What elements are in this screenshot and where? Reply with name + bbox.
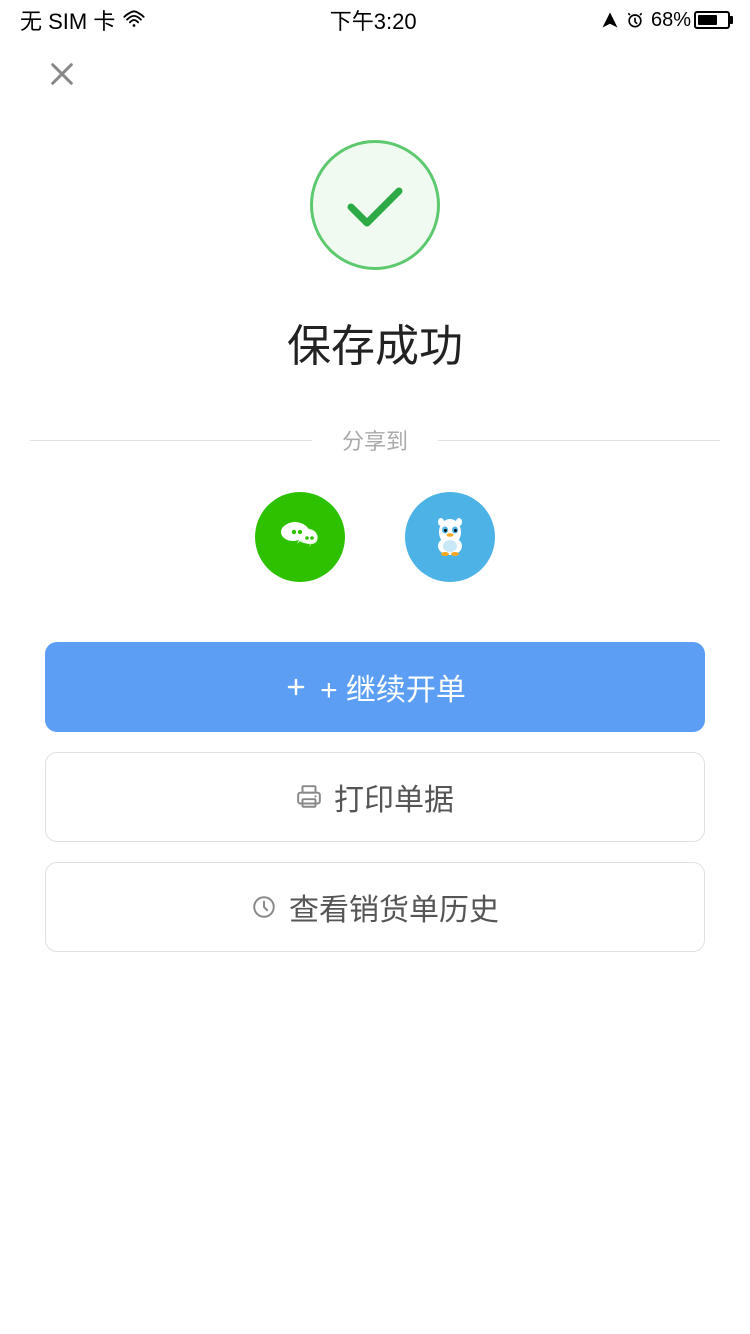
success-title: 保存成功 xyxy=(287,310,463,374)
location-icon xyxy=(601,11,619,29)
status-right: 68% xyxy=(601,9,730,32)
history-icon xyxy=(251,894,277,920)
history-label: 查看销货单历史 xyxy=(289,885,499,929)
plus-icon xyxy=(284,675,308,699)
share-section: 分享到 xyxy=(0,424,750,582)
divider-line-left xyxy=(30,440,312,441)
history-button[interactable]: 查看销货单历史 xyxy=(45,862,705,952)
share-icons-container xyxy=(255,492,495,582)
qq-share-button[interactable] xyxy=(405,492,495,582)
print-icon xyxy=(296,784,322,810)
qq-icon xyxy=(423,510,477,564)
wechat-share-button[interactable] xyxy=(255,492,345,582)
wechat-icon xyxy=(273,510,327,564)
checkmark-icon xyxy=(339,169,411,241)
battery-indicator: 68% xyxy=(651,9,730,32)
wifi-icon xyxy=(123,9,145,31)
share-divider: 分享到 xyxy=(0,424,750,456)
print-button[interactable]: 打印单据 xyxy=(45,752,705,842)
success-icon-circle xyxy=(310,140,440,270)
print-label: 打印单据 xyxy=(334,775,454,819)
alarm-icon xyxy=(625,10,645,30)
share-label: 分享到 xyxy=(342,424,408,456)
status-time: 下午3:20 xyxy=(330,4,417,36)
main-content: 保存成功 分享到 xyxy=(0,40,750,1334)
continue-button[interactable]: + 继续开单 xyxy=(45,642,705,732)
action-buttons: + 继续开单 打印单据 查看销货单历史 xyxy=(45,642,705,952)
status-carrier: 无 SIM 卡 xyxy=(20,4,145,36)
continue-label: + 继续开单 xyxy=(320,665,466,709)
status-bar: 无 SIM 卡 下午3:20 68% xyxy=(0,0,750,40)
divider-line-right xyxy=(438,440,720,441)
